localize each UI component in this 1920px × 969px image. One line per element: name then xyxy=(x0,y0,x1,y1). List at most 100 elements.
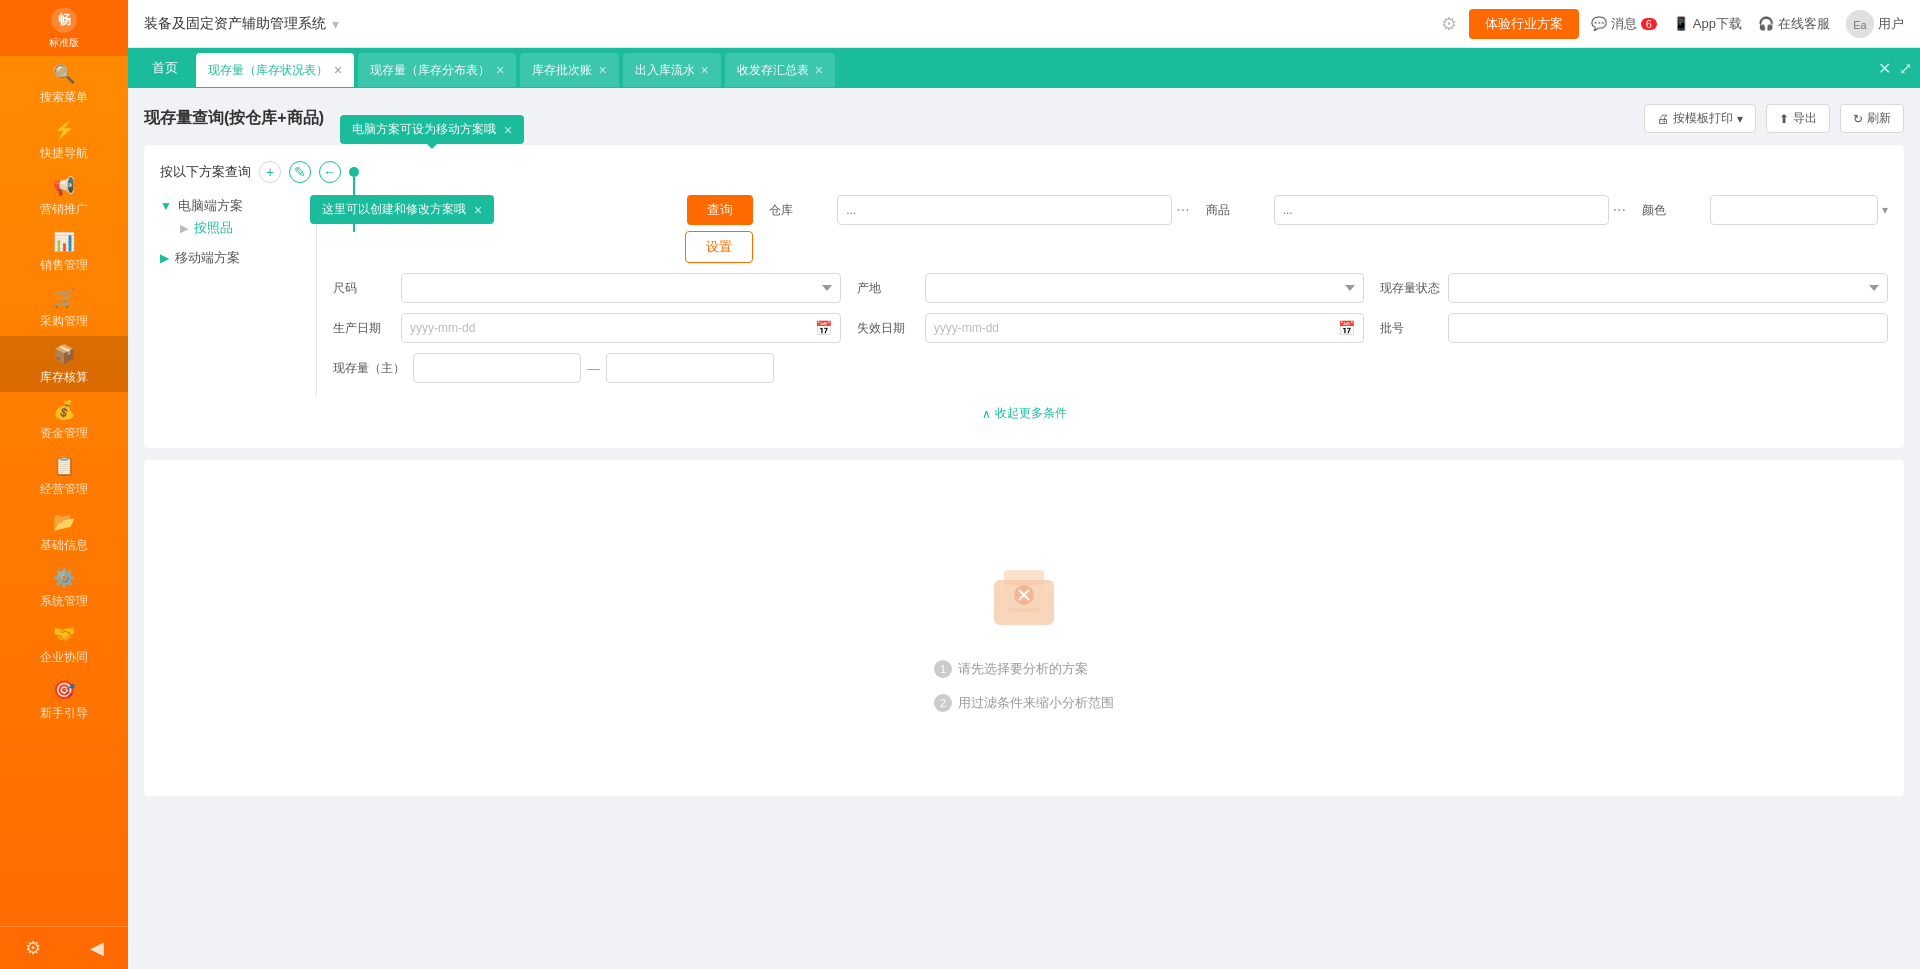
batch-label: 批号 xyxy=(1380,320,1440,337)
size-label: 尺码 xyxy=(333,280,393,297)
svg-rect-5 xyxy=(1004,570,1044,585)
svg-rect-9 xyxy=(1009,608,1039,612)
scheme-pc[interactable]: ▼ 电脑端方案 xyxy=(160,195,300,217)
logo: 畅 标准版 xyxy=(0,0,128,56)
tab-in-out-flow[interactable]: 出入库流水 × xyxy=(623,53,721,87)
query-btn[interactable]: 查询 xyxy=(687,195,753,225)
sidebar-item-enterprise[interactable]: 🤝 企业协同 xyxy=(0,616,128,672)
sidebar-item-system[interactable]: ⚙️ 系统管理 xyxy=(0,560,128,616)
user-action[interactable]: Ea 用户 xyxy=(1846,10,1904,38)
back-icon: ← xyxy=(323,164,337,180)
tab-batch-account[interactable]: 库存批次账 × xyxy=(520,53,618,87)
mfg-date-label: 生产日期 xyxy=(333,320,393,337)
tab-close-all-icon[interactable]: ✕ xyxy=(1878,59,1891,78)
settings-gear-icon[interactable]: ⚙ xyxy=(1441,13,1457,35)
color-dropdown-icon[interactable]: ▾ xyxy=(1882,203,1888,217)
scheme-mobile[interactable]: ▶ 移动端方案 xyxy=(160,247,300,269)
scheme-list-area: 这里可以创建和修改方案哦 × ▼ 电脑端方案 ▶ 按照品 ▶ xyxy=(160,195,300,269)
tab-close-batch-account[interactable]: × xyxy=(598,63,606,77)
message-action[interactable]: 💬 消息 6 xyxy=(1591,15,1657,33)
back-scheme-btn[interactable]: ← xyxy=(319,161,341,183)
print-icon: 🖨 xyxy=(1657,112,1669,126)
empty-text: 1 请先选择要分析的方案 2 用过滤条件来缩小分析范围 xyxy=(934,656,1114,716)
settings-bottom-icon[interactable]: ⚙ xyxy=(25,937,41,959)
sidebar-item-quick[interactable]: ⚡ 快捷导航 xyxy=(0,112,128,168)
tab-close-inventory-dist[interactable]: × xyxy=(496,63,504,77)
set-btn[interactable]: 设置 xyxy=(685,231,753,263)
logo-text: 标准版 xyxy=(49,36,79,50)
system-icon: ⚙️ xyxy=(53,567,75,589)
size-select[interactable] xyxy=(401,273,841,303)
sidebar-item-marketing[interactable]: 📢 营销推广 xyxy=(0,168,128,224)
sidebar-item-label: 快捷导航 xyxy=(40,145,88,162)
tooltip2-close[interactable]: × xyxy=(474,202,482,218)
product-more-btn[interactable]: ··· xyxy=(1613,201,1626,219)
warehouse-more-btn[interactable]: ··· xyxy=(1176,201,1189,219)
stock-min-input[interactable] xyxy=(413,353,581,383)
page-title: 现存量查询(按仓库+商品) xyxy=(144,108,324,129)
product-field: 商品 ··· xyxy=(1206,195,1626,225)
trial-btn[interactable]: 体验行业方案 xyxy=(1469,9,1579,39)
product-input[interactable] xyxy=(1274,195,1609,225)
sidebar-item-inventory[interactable]: 📦 库存核算 xyxy=(0,336,128,392)
mfg-date-input[interactable]: yyyy-mm-dd 📅 xyxy=(401,313,841,343)
tabbar-right: ✕ ⤢ xyxy=(1878,59,1912,78)
tooltip1-close[interactable]: × xyxy=(504,122,512,138)
sidebar-item-finance[interactable]: 💰 资金管理 xyxy=(0,392,128,448)
sidebar-item-search[interactable]: 🔍 搜索菜单 xyxy=(0,56,128,112)
stock-status-label: 现存量状态 xyxy=(1380,280,1440,297)
edit-icon: ✎ xyxy=(294,164,306,180)
tab-close-inventory-status[interactable]: × xyxy=(334,63,342,77)
sales-icon: 📊 xyxy=(53,231,75,253)
exp-date-input[interactable]: yyyy-mm-dd 📅 xyxy=(925,313,1365,343)
topbar: 装备及固定资产辅助管理系统 ▾ ⚙ 体验行业方案 💬 消息 6 📱 App下载 … xyxy=(128,0,1920,48)
tab-inventory-dist[interactable]: 现存量（库存分布表） × xyxy=(358,53,516,87)
color-input[interactable] xyxy=(1710,195,1878,225)
batch-input[interactable] xyxy=(1448,313,1888,343)
dropdown-arrow[interactable]: ▾ xyxy=(332,16,339,32)
online-support-action[interactable]: 🎧 在线客服 xyxy=(1758,15,1830,33)
scheme-pc-child-1[interactable]: ▶ 按照品 xyxy=(180,217,300,239)
tab-collect-summary[interactable]: 收发存汇总表 × xyxy=(725,53,835,87)
tab-inventory-status[interactable]: 现存量（库存状况表） × xyxy=(196,53,354,87)
export-btn[interactable]: ⬆ 导出 xyxy=(1766,104,1830,133)
tab-close-in-out-flow[interactable]: × xyxy=(701,63,709,77)
collapse-btn[interactable]: ∧ 收起更多条件 xyxy=(160,395,1888,432)
app-download-action[interactable]: 📱 App下载 xyxy=(1673,15,1742,33)
scheme-expand-icon: ▼ xyxy=(160,199,172,213)
finance-icon: 💰 xyxy=(53,399,75,421)
tab-close-collect-summary[interactable]: × xyxy=(815,63,823,77)
warehouse-field: 仓库 ··· xyxy=(769,195,1189,225)
tooltip-scheme-mobile: 电脑方案可设为移动方案哦 × xyxy=(340,115,524,144)
color-field: 颜色 ▾ xyxy=(1642,195,1888,225)
template-print-btn[interactable]: 🖨 按模板打印 ▾ xyxy=(1644,104,1756,133)
sidebar-item-operations[interactable]: 📋 经营管理 xyxy=(0,448,128,504)
stock-main-label: 现存量（主） xyxy=(333,360,405,377)
connector-dot xyxy=(349,167,359,177)
step1-num: 1 xyxy=(934,660,952,678)
sidebar-item-basic[interactable]: 📂 基础信息 xyxy=(0,504,128,560)
sidebar-item-purchase[interactable]: 🛒 采购管理 xyxy=(0,280,128,336)
tab-expand-icon[interactable]: ⤢ xyxy=(1899,59,1912,78)
add-scheme-btn[interactable]: + xyxy=(259,161,281,183)
sidebar-item-label: 资金管理 xyxy=(40,425,88,442)
warehouse-input[interactable] xyxy=(837,195,1172,225)
exp-date-label: 失效日期 xyxy=(857,320,917,337)
stock-status-select[interactable] xyxy=(1448,273,1888,303)
tab-home[interactable]: 首页 xyxy=(136,48,194,88)
collapse-sidebar-icon[interactable]: ◀ xyxy=(90,937,104,959)
origin-select[interactable] xyxy=(925,273,1365,303)
export-icon: ⬆ xyxy=(1779,112,1789,126)
product-label: 商品 xyxy=(1206,202,1266,219)
refresh-btn[interactable]: ↻ 刷新 xyxy=(1840,104,1904,133)
sidebar-item-sales[interactable]: 📊 销售管理 xyxy=(0,224,128,280)
main-area: 装备及固定资产辅助管理系统 ▾ ⚙ 体验行业方案 💬 消息 6 📱 App下载 … xyxy=(128,0,1920,969)
stock-main-field: 现存量（主） — xyxy=(333,353,774,383)
edit-scheme-btn[interactable]: ✎ xyxy=(289,161,311,183)
sidebar-item-guide[interactable]: 🎯 新手引导 xyxy=(0,672,128,728)
stock-max-input[interactable] xyxy=(606,353,774,383)
sidebar-item-label: 销售管理 xyxy=(40,257,88,274)
topbar-actions: 💬 消息 6 📱 App下载 🎧 在线客服 Ea 用户 xyxy=(1591,10,1904,38)
message-badge: 6 xyxy=(1641,18,1657,30)
logo-icon: 畅 xyxy=(46,6,82,34)
